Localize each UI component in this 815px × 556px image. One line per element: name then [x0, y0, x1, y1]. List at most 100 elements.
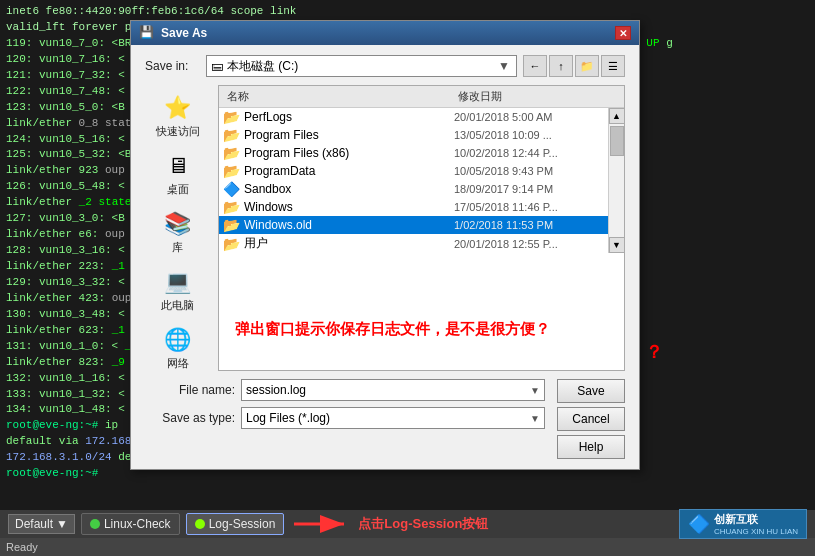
- file-item-program-files-x86[interactable]: 📂 Program Files (x86) 10/02/2018 12:44 P…: [219, 144, 608, 162]
- tab-log-session-label: Log-Session: [209, 517, 276, 531]
- filename-combo[interactable]: session.log ▼: [241, 379, 545, 401]
- desktop-icon: 🖥: [167, 153, 189, 179]
- file-name-windows-old: Windows.old: [244, 218, 454, 232]
- save-in-combo[interactable]: 🖴 本地磁盘 (C:) ▼: [206, 55, 517, 77]
- file-name-program-files-x86: Program Files (x86): [244, 146, 454, 160]
- folder-icon: 📂: [223, 127, 240, 143]
- logo-sub-text: CHUANG XIN HU LIAN: [714, 527, 798, 536]
- file-date-sandbox: 18/09/2017 9:14 PM: [454, 183, 604, 195]
- dialog-close-button[interactable]: ✕: [615, 26, 631, 40]
- drive-icon: 🖴: [211, 59, 223, 73]
- file-name-programdata: ProgramData: [244, 164, 454, 178]
- session-dropdown-label: Default: [15, 517, 53, 531]
- dialog-title-text: Save As: [161, 26, 207, 40]
- red-arrow-icon: [294, 514, 354, 534]
- back-button[interactable]: ←: [523, 55, 547, 77]
- shortcut-desktop-label: 桌面: [167, 182, 189, 197]
- tab-annotation-area: 点击Log-Session按钮: [294, 514, 488, 534]
- shortcut-quick-access[interactable]: ⭐ 快速访问: [148, 95, 208, 139]
- shortcuts-sidebar: ⭐ 快速访问 🖥 桌面 📚 库 💻 此电脑 🌐 网络: [145, 85, 210, 371]
- shortcut-computer[interactable]: 💻 此电脑: [148, 269, 208, 313]
- library-icon: 📚: [164, 211, 191, 237]
- tab-dot-log-session: [195, 519, 205, 529]
- file-item-windows[interactable]: 📂 Windows 17/05/2018 11:46 P...: [219, 198, 608, 216]
- file-name-program-files: Program Files: [244, 128, 454, 142]
- logo-main-text: 创新互联: [714, 512, 798, 527]
- star-icon: ⭐: [164, 95, 191, 121]
- col-name-header: 名称: [223, 88, 454, 105]
- folder-icon: 📂: [223, 236, 240, 252]
- logo-icon: 🔷: [688, 513, 710, 535]
- file-date-windows: 17/05/2018 11:46 P...: [454, 201, 604, 213]
- dialog-title-left: 💾 Save As: [139, 25, 207, 41]
- file-list-content: 📂 PerfLogs 20/01/2018 5:00 AM 📂 Program …: [219, 108, 624, 253]
- dialog-buttons: Save Cancel Help: [557, 379, 625, 459]
- file-scrollbar[interactable]: ▲ ▼: [608, 108, 624, 253]
- logo-box: 🔷 创新互联 CHUANG XIN HU LIAN: [679, 509, 807, 539]
- tab-linux-check[interactable]: Linux-Check: [81, 513, 180, 535]
- dialog-titlebar: 💾 Save As ✕: [131, 21, 639, 45]
- file-item-program-files[interactable]: 📂 Program Files 13/05/2018 10:09 ...: [219, 126, 608, 144]
- save-in-value: 本地磁盘 (C:): [227, 58, 298, 75]
- save-button[interactable]: Save: [557, 379, 625, 403]
- scroll-thumb[interactable]: [610, 126, 624, 156]
- folder-icon: 📂: [223, 199, 240, 215]
- tab-log-session[interactable]: Log-Session: [186, 513, 285, 535]
- shortcut-network-label: 网络: [167, 356, 189, 371]
- tab-bar: Default ▼ Linux-Check Log-Session 点击Log-…: [0, 510, 815, 538]
- help-button[interactable]: Help: [557, 435, 625, 459]
- file-name-users: 用户: [244, 235, 454, 252]
- filename-label: File name:: [145, 383, 235, 397]
- network-icon: 🌐: [164, 327, 191, 353]
- file-item-programdata[interactable]: 📂 ProgramData 10/05/2018 9:43 PM: [219, 162, 608, 180]
- cancel-button[interactable]: Cancel: [557, 407, 625, 431]
- filetype-value: Log Files (*.log): [246, 411, 530, 425]
- toolbar-icons: ← ↑ 📁 ☰: [523, 55, 625, 77]
- shortcut-desktop[interactable]: 🖥 桌面: [148, 153, 208, 197]
- session-dropdown[interactable]: Default ▼: [8, 514, 75, 534]
- annotation-question-mark: ？: [645, 340, 663, 364]
- dropdown-arrow-icon: ▼: [56, 517, 68, 531]
- computer-icon: 💻: [164, 269, 191, 295]
- filename-row: File name: session.log ▼: [145, 379, 545, 401]
- tab-dot-linux-check: [90, 519, 100, 529]
- ready-label: Ready: [6, 541, 38, 553]
- filetype-combo[interactable]: Log Files (*.log) ▼: [241, 407, 545, 429]
- save-icon: 💾: [139, 25, 155, 41]
- shortcut-computer-label: 此电脑: [161, 298, 194, 313]
- filename-value: session.log: [246, 383, 530, 397]
- file-list-header: 名称 修改日期: [219, 86, 624, 108]
- save-in-label: Save in:: [145, 59, 200, 73]
- folder-icon: 📂: [223, 217, 240, 233]
- file-name-sandbox: Sandbox: [244, 182, 454, 196]
- folder-icon: 📂: [223, 109, 240, 125]
- save-as-dialog: 💾 Save As ✕ Save in: 🖴 本地磁盘 (C:) ▼ ← ↑ 📁…: [130, 20, 640, 470]
- file-date-program-files: 13/05/2018 10:09 ...: [454, 129, 604, 141]
- scroll-up-arrow[interactable]: ▲: [609, 108, 625, 124]
- folder-icon: 📂: [223, 163, 240, 179]
- form-bottom-area: File name: session.log ▼ Save as type: L…: [145, 379, 625, 459]
- logo-text-area: 创新互联 CHUANG XIN HU LIAN: [714, 512, 798, 536]
- scroll-down-arrow[interactable]: ▼: [609, 237, 625, 253]
- tab-linux-check-label: Linux-Check: [104, 517, 171, 531]
- shortcut-network[interactable]: 🌐 网络: [148, 327, 208, 371]
- shortcut-quick-access-label: 快速访问: [156, 124, 200, 139]
- file-item-sandbox[interactable]: 🔷 Sandbox 18/09/2017 9:14 PM: [219, 180, 608, 198]
- up-button[interactable]: ↑: [549, 55, 573, 77]
- new-folder-button[interactable]: 📁: [575, 55, 599, 77]
- file-date-users: 20/01/2018 12:55 P...: [454, 238, 604, 250]
- annotation-popup-text: 弹出窗口提示你保存日志文件，是不是很方便？: [235, 320, 550, 339]
- filename-dropdown-icon: ▼: [530, 385, 540, 396]
- view-button[interactable]: ☰: [601, 55, 625, 77]
- file-item-windows-old[interactable]: 📂 Windows.old 1/02/2018 11:53 PM: [219, 216, 608, 234]
- filetype-row: Save as type: Log Files (*.log) ▼: [145, 407, 545, 429]
- folder-icon: 📂: [223, 145, 240, 161]
- shortcut-library[interactable]: 📚 库: [148, 211, 208, 255]
- chevron-down-icon: ▼: [496, 59, 512, 73]
- file-item-users[interactable]: 📂 用户 20/01/2018 12:55 P...: [219, 234, 608, 253]
- file-date-windows-old: 1/02/2018 11:53 PM: [454, 219, 604, 231]
- file-list-body: 📂 PerfLogs 20/01/2018 5:00 AM 📂 Program …: [219, 108, 608, 253]
- logo-area: 🔷 创新互联 CHUANG XIN HU LIAN: [679, 509, 807, 539]
- file-date-perflogs: 20/01/2018 5:00 AM: [454, 111, 604, 123]
- file-item-perflogs[interactable]: 📂 PerfLogs 20/01/2018 5:00 AM: [219, 108, 608, 126]
